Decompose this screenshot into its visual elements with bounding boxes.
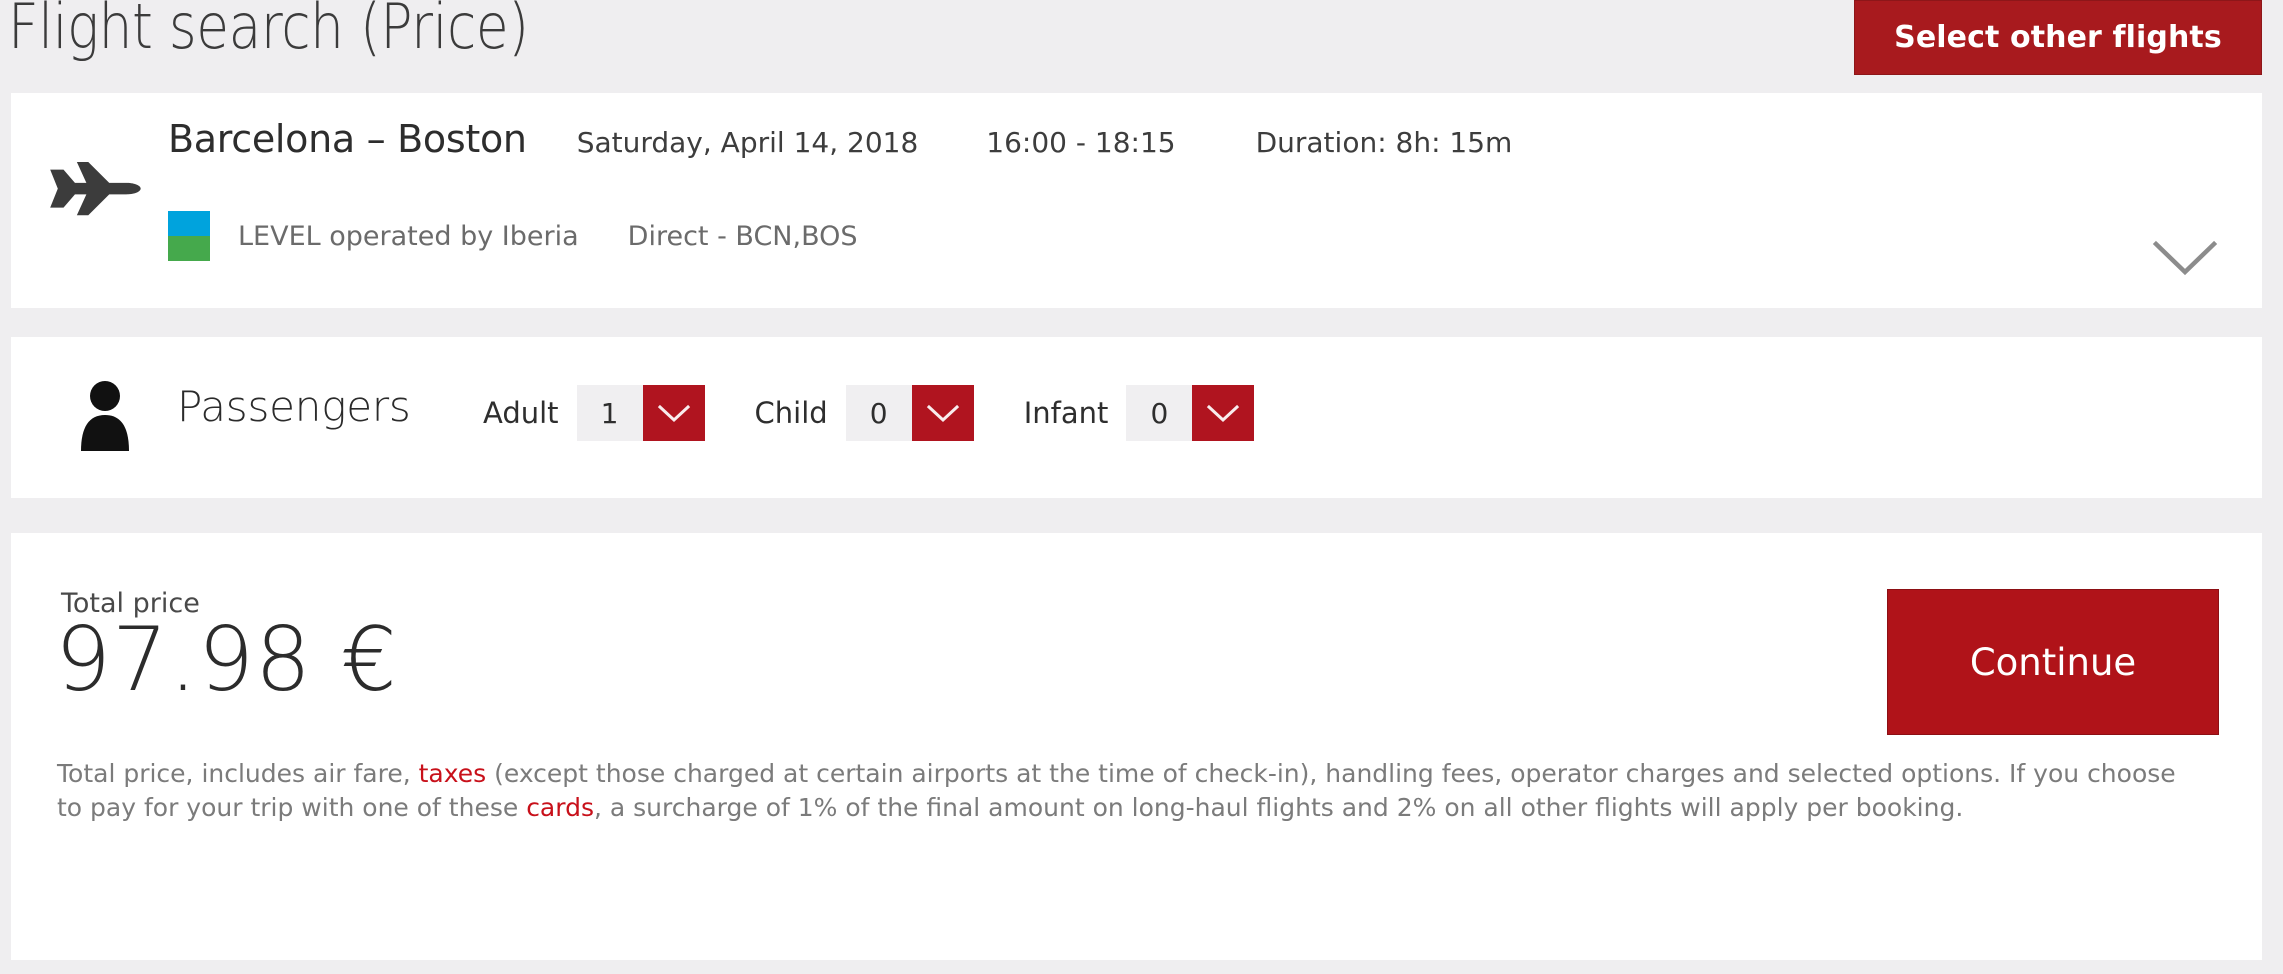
flight-date: Saturday, April 14, 2018 <box>576 126 919 159</box>
child-label: Child <box>754 396 828 430</box>
passengers-title: Passengers <box>177 382 411 431</box>
child-chevron-down-icon[interactable] <box>911 385 974 441</box>
child-stepper[interactable]: 0 <box>845 385 974 441</box>
passengers-panel: Passengers Adult 1 Child 0 Infant 0 <box>11 337 2262 498</box>
flight-secondary-details: LEVEL operated by Iberia Direct - BCN,BO… <box>168 211 858 261</box>
flight-time: 16:00 - 18:15 <box>986 126 1176 159</box>
flight-primary-details: Barcelona – Boston Saturday, April 14, 2… <box>168 117 1512 161</box>
adult-value[interactable]: 1 <box>576 385 643 441</box>
passenger-group-child: Child 0 <box>755 385 974 441</box>
flight-stops: Direct - BCN,BOS <box>627 220 858 252</box>
person-icon <box>77 379 133 455</box>
page-header: Flight search (Price) Select other fligh… <box>0 0 2283 90</box>
passenger-selectors: Adult 1 Child 0 Infant 0 <box>483 385 1304 441</box>
infant-chevron-down-icon[interactable] <box>1192 385 1255 441</box>
airplane-icon <box>46 141 142 221</box>
flight-summary-panel[interactable]: Barcelona – Boston Saturday, April 14, 2… <box>11 93 2262 308</box>
taxes-link[interactable]: taxes <box>419 759 487 788</box>
price-disclaimer: Total price, includes air fare, taxes (e… <box>57 757 2187 825</box>
page-title: Flight search (Price) <box>8 0 529 63</box>
total-price-amount: 97.98 € <box>55 608 398 711</box>
passenger-group-adult: Adult 1 <box>483 385 705 441</box>
select-other-flights-label: Select other flights <box>1894 20 2222 55</box>
infant-stepper[interactable]: 0 <box>1126 385 1255 441</box>
adult-stepper[interactable]: 1 <box>576 385 705 441</box>
passenger-group-infant: Infant 0 <box>1024 385 1255 441</box>
flight-airline: LEVEL operated by Iberia <box>238 220 579 252</box>
flight-duration: Duration: 8h: 15m <box>1255 126 1513 159</box>
adult-label: Adult <box>483 396 559 430</box>
flight-route: Barcelona – Boston <box>168 117 527 161</box>
select-other-flights-button[interactable]: Select other flights <box>1854 0 2262 75</box>
cards-link[interactable]: cards <box>526 793 594 822</box>
continue-button[interactable]: Continue <box>1887 589 2219 735</box>
total-price-panel: Total price 97.98 € Continue Total price… <box>11 533 2262 960</box>
infant-value[interactable]: 0 <box>1126 385 1193 441</box>
chevron-down-icon[interactable] <box>2152 238 2218 278</box>
infant-label: Infant <box>1023 396 1109 430</box>
disclaimer-part-3: , a surcharge of 1% of the final amount … <box>594 793 1964 822</box>
adult-chevron-down-icon[interactable] <box>642 385 705 441</box>
level-airline-logo-icon <box>168 211 210 261</box>
continue-button-label: Continue <box>1969 640 2137 684</box>
child-value[interactable]: 0 <box>845 385 912 441</box>
disclaimer-part-1: Total price, includes air fare, <box>57 759 419 788</box>
